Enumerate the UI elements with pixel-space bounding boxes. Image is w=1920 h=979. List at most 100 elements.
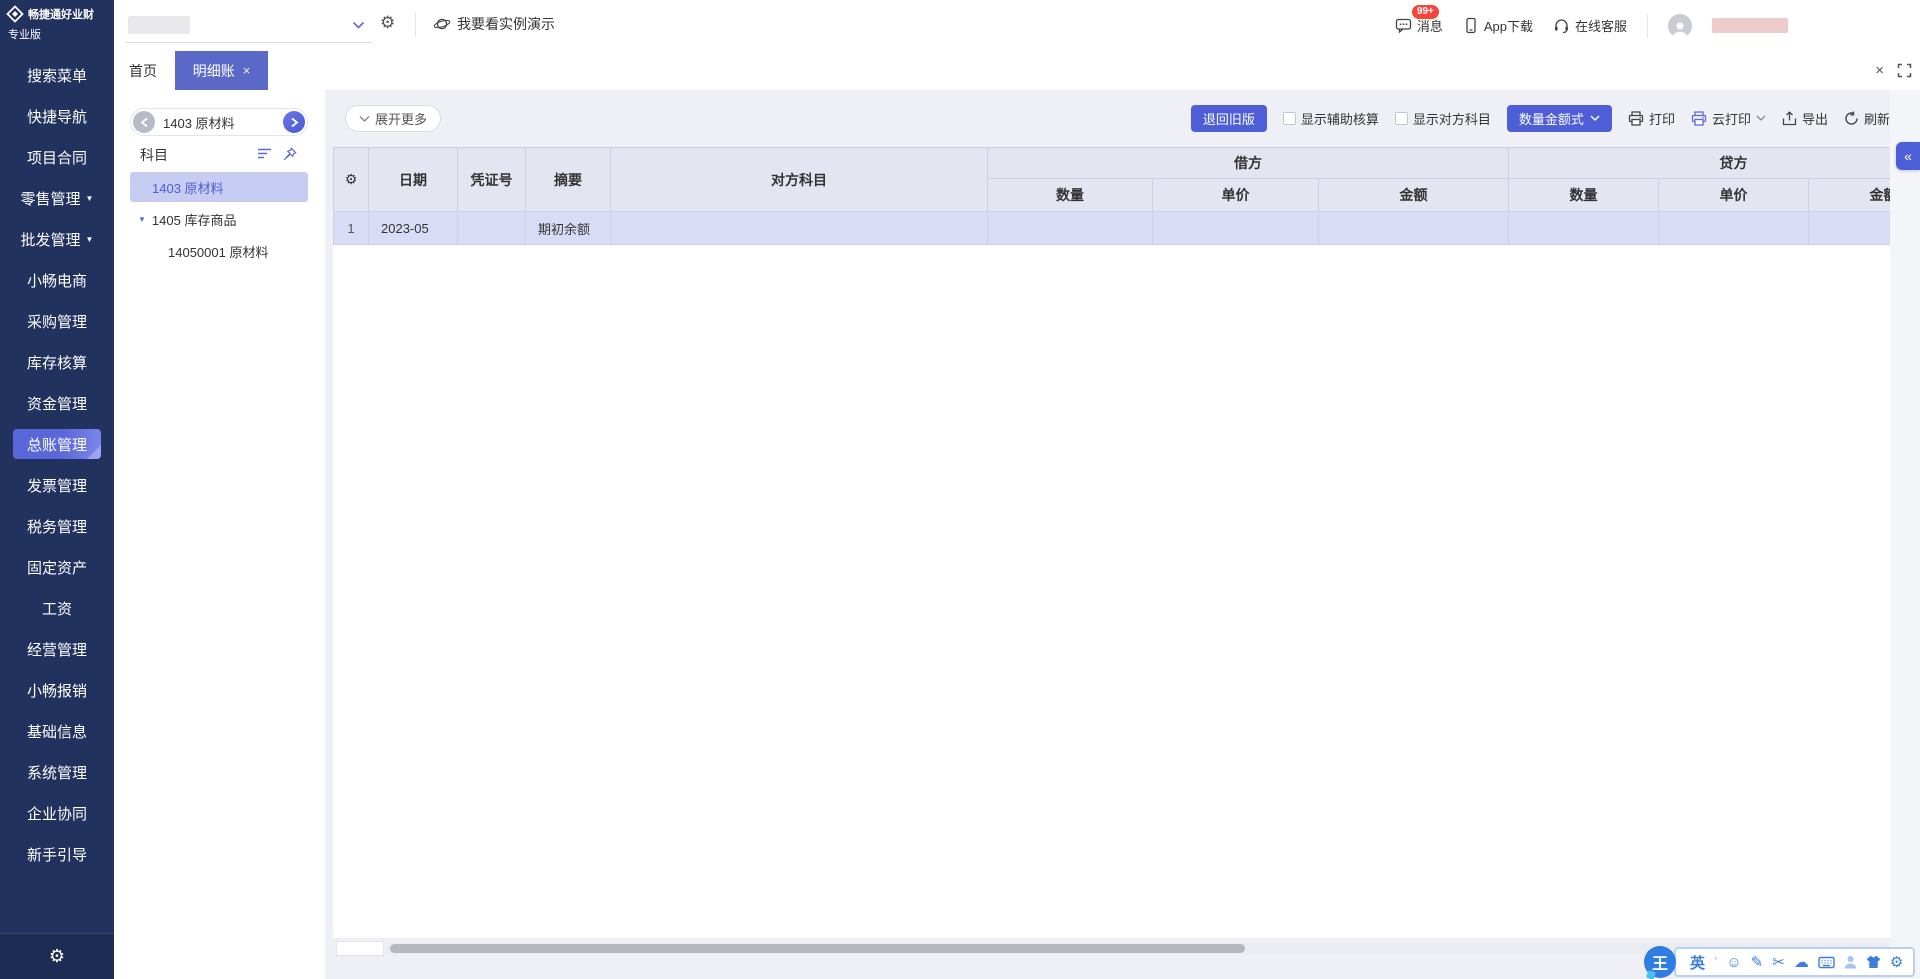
- checkbox-icon[interactable]: [1282, 112, 1296, 125]
- sidebar-item-fixed-assets[interactable]: 固定资产: [0, 547, 114, 588]
- forward-chevron-icon[interactable]: [283, 111, 305, 133]
- scrollbar-thumb[interactable]: [390, 944, 1245, 953]
- expand-more-button[interactable]: 展开更多: [345, 105, 442, 132]
- ime-punctuation[interactable]: ’: [1714, 954, 1717, 971]
- col-header-debit-qty[interactable]: 数量: [987, 178, 1153, 212]
- message-bubble-icon: [1395, 17, 1412, 34]
- column-settings-gear-icon[interactable]: ⚙: [333, 147, 369, 212]
- col-header-credit-amount[interactable]: 金额: [1808, 178, 1890, 212]
- online-service-button[interactable]: 在线客服: [1553, 16, 1627, 35]
- ime-toolbar: 王 英 ’ ☺ ✎ ✂ ☁ ⚙: [1644, 946, 1916, 978]
- col-header-debit-amount[interactable]: 金额: [1317, 178, 1510, 212]
- sidebar-footer: ⚙: [0, 933, 114, 979]
- workspace-chevron-down-icon[interactable]: [352, 21, 365, 30]
- demo-link[interactable]: 我要看实例演示: [433, 14, 555, 34]
- sidebar-item-collaboration[interactable]: 企业协同: [0, 793, 114, 834]
- sidebar-item-reimburse[interactable]: 小畅报销: [0, 670, 114, 711]
- workspace-name-redacted[interactable]: [128, 16, 190, 34]
- brand-edition: 专业版: [8, 29, 41, 41]
- col-header-date[interactable]: 日期: [368, 147, 458, 212]
- messages-button[interactable]: 消息 99+: [1395, 4, 1443, 35]
- col-header-summary[interactable]: 摘要: [525, 147, 611, 212]
- filter-list-icon[interactable]: [257, 147, 272, 161]
- back-chevron-icon[interactable]: [133, 111, 155, 133]
- sidebar-item-payroll[interactable]: 工资: [0, 588, 114, 629]
- col-header-credit-price[interactable]: 单价: [1658, 178, 1810, 212]
- cell-credit-price[interactable]: [1658, 211, 1810, 245]
- tree-item-1403[interactable]: 1403 原材料: [130, 172, 308, 202]
- subject-search-input[interactable]: 1403 原材料: [130, 108, 308, 136]
- sidebar-item-invoice[interactable]: 发票管理: [0, 465, 114, 506]
- col-header-counter-subject[interactable]: 对方科目: [610, 147, 988, 212]
- collapse-icon: «: [1904, 148, 1912, 164]
- right-gutter: [1890, 90, 1920, 979]
- col-header-voucher-no[interactable]: 凭证号: [457, 147, 526, 212]
- sidebar-item-funds[interactable]: 资金管理: [0, 383, 114, 424]
- cell-debit-price[interactable]: [1152, 211, 1319, 245]
- sidebar-item-ecommerce[interactable]: 小畅电商: [0, 260, 114, 301]
- cell-summary[interactable]: 期初余额: [525, 211, 611, 245]
- show-aux-checkbox[interactable]: 显示辅助核算: [1282, 109, 1379, 128]
- return-old-version-button[interactable]: 退回旧版: [1190, 105, 1267, 132]
- print-button[interactable]: 打印: [1628, 109, 1675, 128]
- table-row[interactable]: 1 2023-05 期初余额: [333, 211, 1890, 245]
- sidebar-nav: 搜索菜单 快捷导航 项目合同 零售管理 ▼ 批发管理 ▼ 小畅电商 采购管理 库存核…: [0, 55, 114, 875]
- cell-debit-amount[interactable]: [1317, 211, 1510, 245]
- pencil-icon[interactable]: ✎: [1751, 953, 1764, 971]
- cell-credit-qty[interactable]: [1508, 211, 1660, 245]
- cell-counter-subject[interactable]: [610, 211, 988, 245]
- cell-credit-amount[interactable]: [1808, 211, 1890, 245]
- settings-gear-icon[interactable]: ⚙: [49, 946, 65, 967]
- person-icon[interactable]: [1844, 955, 1857, 969]
- skin-shirt-icon[interactable]: [1866, 955, 1881, 969]
- emoji-icon[interactable]: ☺: [1726, 954, 1741, 971]
- sidebar-item-quick-nav[interactable]: 快捷导航: [0, 96, 114, 137]
- scrollbar-corner: [336, 941, 384, 956]
- toolbar-right: 退回旧版 显示辅助核算 显示对方科目 数量金额式 打印 云打印 导出 刷新: [1190, 105, 1890, 132]
- sidebar-item-project-contract[interactable]: 项目合同: [0, 137, 114, 178]
- tab-close-icon[interactable]: ×: [243, 63, 251, 78]
- sidebar-item-base-info[interactable]: 基础信息: [0, 711, 114, 752]
- sidebar-item-system[interactable]: 系统管理: [0, 752, 114, 793]
- cloud-icon[interactable]: ☁: [1794, 953, 1809, 971]
- brand-diamond-icon: [6, 5, 24, 23]
- show-counter-subject-checkbox[interactable]: 显示对方科目: [1394, 109, 1491, 128]
- sidebar-item-wholesale[interactable]: 批发管理 ▼: [0, 219, 114, 260]
- col-header-debit-price[interactable]: 单价: [1152, 178, 1319, 212]
- fullscreen-icon[interactable]: [1897, 63, 1912, 78]
- cloud-print-dropdown[interactable]: 云打印: [1691, 109, 1766, 128]
- tab-detail-ledger[interactable]: 明细账 ×: [175, 51, 268, 90]
- tree-caret-down-icon[interactable]: ▼: [138, 215, 146, 224]
- close-all-icon[interactable]: ×: [1875, 62, 1884, 79]
- avatar[interactable]: [1668, 13, 1692, 38]
- cell-voucher-no[interactable]: [457, 211, 526, 245]
- col-header-credit-qty[interactable]: 数量: [1508, 178, 1660, 212]
- collapse-panel-tab[interactable]: «: [1896, 142, 1920, 170]
- tree-item-14050001[interactable]: 14050001 原材料: [130, 236, 308, 266]
- ime-language-toggle[interactable]: 英: [1690, 952, 1705, 973]
- app-download-button[interactable]: App下载: [1463, 16, 1533, 35]
- sidebar-item-search-menu[interactable]: 搜索菜单: [0, 55, 114, 96]
- refresh-button[interactable]: 刷新: [1844, 109, 1890, 128]
- ime-settings-gear-icon[interactable]: ⚙: [1890, 953, 1903, 971]
- sidebar-item-retail[interactable]: 零售管理 ▼: [0, 178, 114, 219]
- sidebar-item-general-ledger[interactable]: 总账管理: [0, 424, 114, 465]
- caret-down-icon: ▼: [85, 194, 94, 203]
- pin-icon[interactable]: [283, 147, 297, 161]
- checkbox-icon[interactable]: [1394, 112, 1408, 125]
- topbar-gear-icon[interactable]: ⚙: [380, 13, 395, 33]
- keyboard-icon[interactable]: [1818, 956, 1835, 969]
- tree-item-1405[interactable]: ▼ 1405 库存商品: [130, 204, 308, 234]
- sidebar-item-beginner-guide[interactable]: 新手引导: [0, 834, 114, 875]
- sidebar-item-operations[interactable]: 经营管理: [0, 629, 114, 670]
- tab-home[interactable]: 首页: [129, 51, 157, 90]
- ime-logo-icon[interactable]: 王: [1644, 946, 1676, 978]
- export-button[interactable]: 导出: [1782, 109, 1828, 128]
- sidebar-item-inventory[interactable]: 库存核算: [0, 342, 114, 383]
- scissors-icon[interactable]: ✂: [1772, 953, 1785, 971]
- sidebar-item-purchase[interactable]: 采购管理: [0, 301, 114, 342]
- display-mode-dropdown[interactable]: 数量金额式: [1506, 105, 1612, 132]
- cell-debit-qty[interactable]: [987, 211, 1153, 245]
- sidebar-item-tax[interactable]: 税务管理: [0, 506, 114, 547]
- cell-date[interactable]: 2023-05: [368, 211, 458, 245]
